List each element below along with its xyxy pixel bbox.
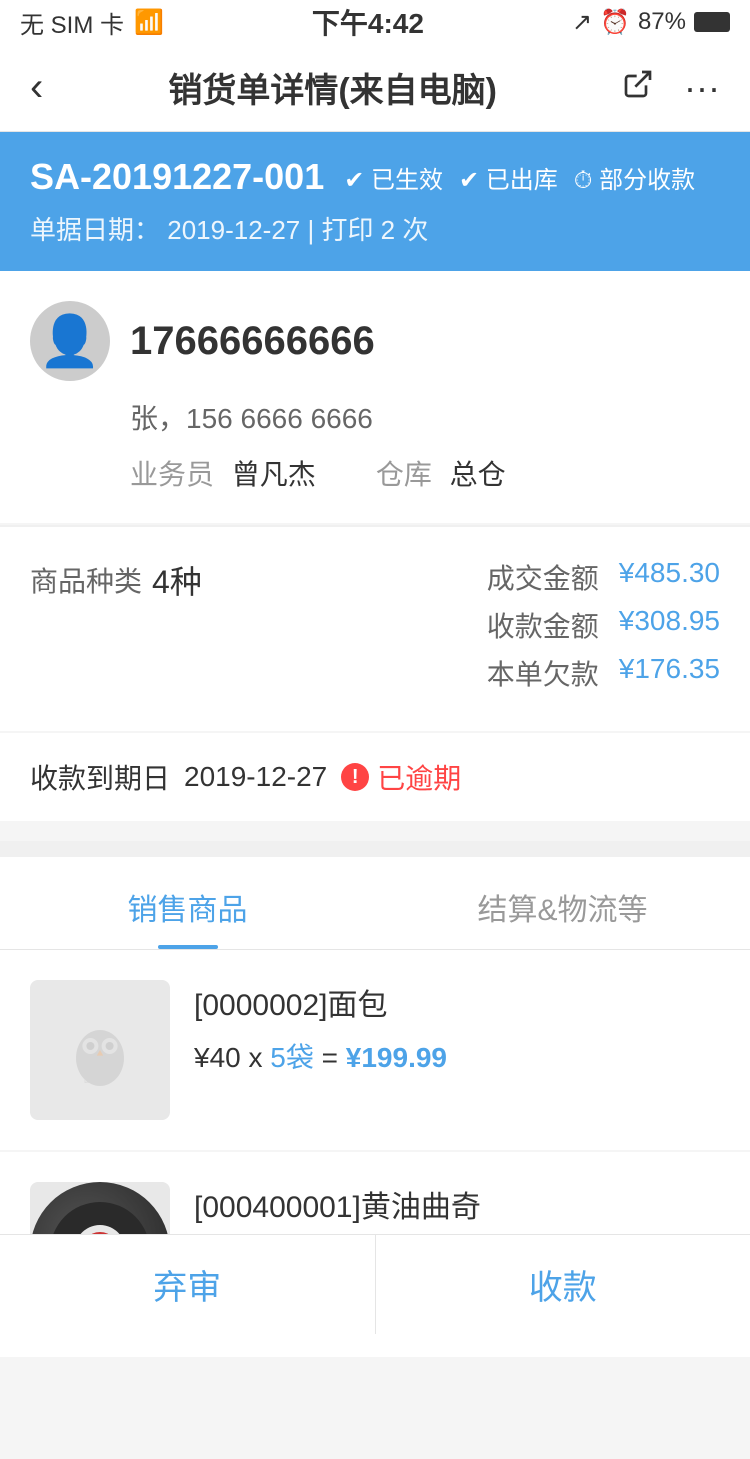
status-badges: ✔ 已生效 ✔ 已出库 ⏱ 部分收款 <box>344 160 695 195</box>
more-icon[interactable]: ··· <box>684 67 720 109</box>
received-row: 收款金额 ¥308.95 <box>487 605 720 645</box>
svg-text:品+: 品+ <box>84 1075 97 1084</box>
agent-name: 曾凡杰 <box>232 459 316 490</box>
product-info-1: [0000002]面包 ¥40 x 5袋 = ¥199.99 <box>194 980 720 1076</box>
header-banner: SA-20191227-001 ✔ 已生效 ✔ 已出库 ⏱ 部分收款 单据日期：… <box>0 132 750 271</box>
overdue-icon: ! <box>341 763 369 791</box>
back-button[interactable]: ‹ <box>30 65 43 110</box>
nav-actions: ··· <box>622 67 720 109</box>
product-image-1: 品+ <box>30 980 170 1120</box>
category-value: 4种 <box>152 557 202 603</box>
overdue-badge: ! 已逾期 <box>341 757 461 797</box>
battery-icon <box>694 12 730 32</box>
section-divider <box>0 841 750 857</box>
tab-settlement[interactable]: 结算&物流等 <box>375 857 750 949</box>
price-total-1: ¥199.99 <box>346 1042 447 1073</box>
agent-label: 业务员 <box>130 459 214 490</box>
amount-value: ¥485.30 <box>619 557 720 597</box>
warehouse-name: 总仓 <box>450 459 506 490</box>
collect-button[interactable]: 收款 <box>376 1235 750 1334</box>
debt-value: ¥176.35 <box>619 653 720 693</box>
banner-top: SA-20191227-001 ✔ 已生效 ✔ 已出库 ⏱ 部分收款 <box>30 156 720 198</box>
debt-label: 本单欠款 <box>487 653 599 693</box>
table-row: 品+ [0000002]面包 ¥40 x 5袋 = ¥199.99 <box>0 950 750 1150</box>
badge-partial: ⏱ 部分收款 <box>574 160 695 195</box>
warehouse-label: 仓库 <box>376 459 432 490</box>
banner-date: 单据日期： 2019-12-27 | 打印 2 次 <box>30 210 720 247</box>
amount-row: 成交金额 ¥485.30 <box>487 557 720 597</box>
product-name-2: [000400001]黄油曲奇 <box>194 1182 720 1226</box>
status-bar: 无 SIM 卡 📶 下午4:42 ↗ ⏰ 87% <box>0 0 750 44</box>
stats-section: 商品种类 4种 成交金额 ¥485.30 收款金额 ¥308.95 本单欠款 ¥… <box>0 527 750 731</box>
debt-row: 本单欠款 ¥176.35 <box>487 653 720 693</box>
customer-row: 👤 17666666666 <box>30 301 720 381</box>
print-count: | 打印 2 次 <box>307 215 428 245</box>
product-price-1: ¥40 x 5袋 = ¥199.99 <box>194 1036 720 1076</box>
product-name-1: [0000002]面包 <box>194 980 720 1024</box>
alarm-icon: ⏰ <box>600 8 630 37</box>
tab-settlement-label: 结算&物流等 <box>477 894 647 927</box>
collect-label: 收款 <box>529 1260 597 1309</box>
tab-products[interactable]: 销售商品 <box>0 857 375 949</box>
share-icon[interactable] <box>622 67 654 109</box>
due-section: 收款到期日 2019-12-27 ! 已逾期 <box>0 733 750 821</box>
cancel-review-label: 弃审 <box>153 1260 221 1309</box>
order-id: SA-20191227-001 <box>30 156 324 198</box>
stats-row: 商品种类 4种 成交金额 ¥485.30 收款金额 ¥308.95 本单欠款 ¥… <box>30 557 720 701</box>
received-label: 收款金额 <box>487 605 599 645</box>
bottom-bar: 弃审 收款 <box>0 1234 750 1334</box>
status-bar-right: ↗ ⏰ 87% <box>572 8 730 37</box>
overdue-text: 已逾期 <box>377 757 461 797</box>
avatar-icon: 👤 <box>39 312 101 371</box>
price-x-1: x <box>249 1042 271 1073</box>
price-base-1: ¥40 <box>194 1042 241 1073</box>
price-qty-1: 5袋 <box>270 1042 314 1073</box>
customer-section: 👤 17666666666 张，156 6666 6666 业务员 曾凡杰 仓库… <box>0 271 750 523</box>
tab-products-label: 销售商品 <box>128 894 248 927</box>
status-bar-left: 无 SIM 卡 📶 <box>20 5 164 40</box>
date-label: 单据日期： <box>30 215 160 245</box>
agent-info: 业务员 曾凡杰 <box>130 453 316 493</box>
nav-bar: ‹ 销货单详情(来自电脑) ··· <box>0 44 750 132</box>
tabs: 销售商品 结算&物流等 <box>0 857 750 950</box>
category-label: 商品种类 <box>30 560 142 600</box>
status-bar-time: 下午4:42 <box>312 2 424 42</box>
location-icon: ↗ <box>572 8 592 37</box>
customer-name-phone: 张，156 6666 6666 <box>30 397 720 437</box>
battery-label: 87% <box>638 8 686 36</box>
customer-phone: 17666666666 <box>130 319 375 364</box>
due-date: 2019-12-27 <box>184 761 327 793</box>
badge-shipped: ✔ 已出库 <box>459 160 558 195</box>
badge-activated: ✔ 已生效 <box>344 160 443 195</box>
received-value: ¥308.95 <box>619 605 720 645</box>
product-placeholder-1: 品+ <box>30 980 170 1120</box>
stats-left: 商品种类 4种 <box>30 557 202 603</box>
page-title: 销货单详情(来自电脑) <box>168 63 497 112</box>
date-value: 2019-12-27 <box>167 215 300 245</box>
cancel-review-button[interactable]: 弃审 <box>0 1235 376 1334</box>
price-eq-1: = <box>322 1042 346 1073</box>
bottom-spacer <box>0 1359 750 1459</box>
customer-meta: 业务员 曾凡杰 仓库 总仓 <box>30 453 720 493</box>
warehouse-info: 仓库 总仓 <box>376 453 506 493</box>
stats-right: 成交金额 ¥485.30 收款金额 ¥308.95 本单欠款 ¥176.35 <box>487 557 720 701</box>
wifi-icon: 📶 <box>134 8 164 37</box>
avatar: 👤 <box>30 301 110 381</box>
due-label: 收款到期日 <box>30 757 170 797</box>
amount-label: 成交金额 <box>487 557 599 597</box>
carrier-label: 无 SIM 卡 <box>20 5 124 40</box>
